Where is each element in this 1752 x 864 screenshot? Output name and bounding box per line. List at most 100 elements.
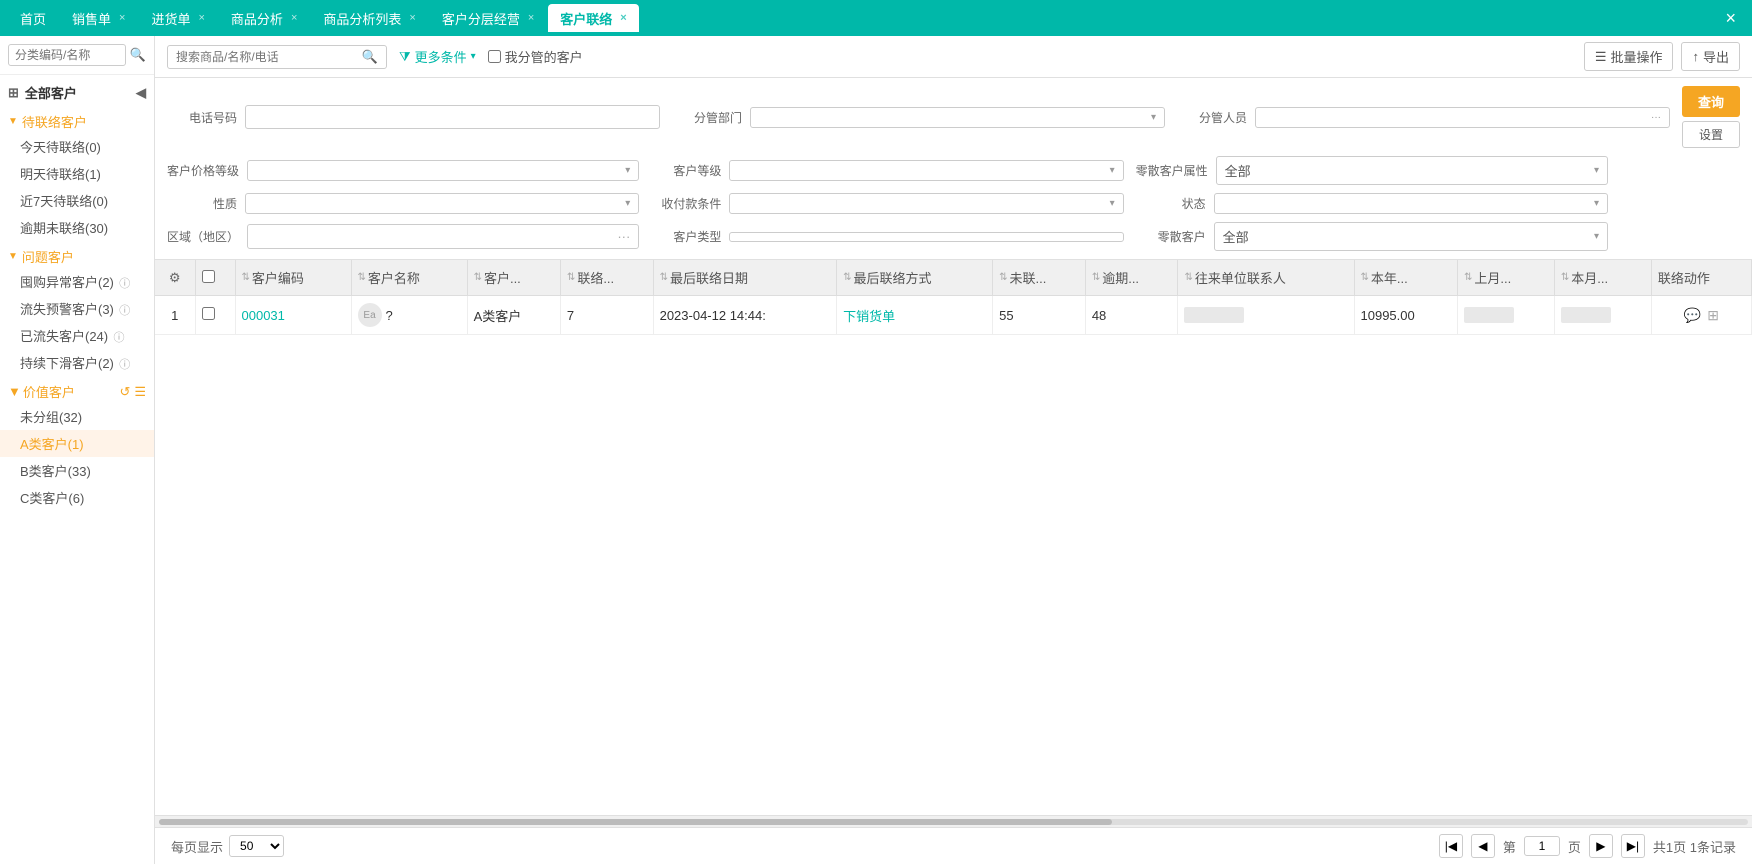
sidebar-item-class-c[interactable]: C类客户(6) bbox=[0, 484, 154, 511]
search-box: 🔍 bbox=[167, 45, 387, 69]
message-action-icon[interactable]: 💬 bbox=[1684, 307, 1701, 324]
sidebar-search-input[interactable] bbox=[8, 44, 126, 66]
my-customers-checkbox[interactable] bbox=[488, 50, 501, 63]
sidebar-collapse-icon[interactable]: ◀ bbox=[136, 85, 146, 101]
customer-avatar: Ea bbox=[358, 303, 382, 327]
nav-product-analysis-list[interactable]: 商品分析列表 × bbox=[311, 4, 427, 32]
nav-home[interactable]: 首页 bbox=[8, 4, 58, 32]
sidebar-item-churned[interactable]: 已流失客户(24) ⓘ bbox=[0, 322, 154, 349]
close-sales-order-icon[interactable]: × bbox=[119, 12, 125, 24]
sort-icon-8: ⇅ bbox=[1092, 272, 1100, 283]
content-area: 🔍 ⧩ 更多条件 ▾ 我分管的客户 ☰ 批量操作 ↑ 导出 bbox=[155, 36, 1752, 864]
nature-select[interactable]: ▾ bbox=[245, 193, 639, 214]
section-pending-contact[interactable]: ▼ 待联络客户 bbox=[0, 106, 154, 133]
nav-customer-contact[interactable]: 客户联络 × bbox=[548, 4, 638, 32]
th-last-month: ⇅ 上月... bbox=[1457, 260, 1554, 296]
section-problem-customers[interactable]: ▼ 问题客户 bbox=[0, 241, 154, 268]
retail-attr-field: 零散客户属性 全部 ▾ bbox=[1136, 156, 1608, 185]
close-purchase-order-icon[interactable]: × bbox=[198, 12, 204, 24]
scrollbar-thumb[interactable] bbox=[159, 819, 1112, 825]
area-dots[interactable]: ··· bbox=[617, 229, 630, 244]
retail-attr-arrow: ▾ bbox=[1594, 165, 1599, 176]
nav-sales-order[interactable]: 销售单 × bbox=[60, 4, 137, 32]
sidebar-item-ungrouped[interactable]: 未分组(32) bbox=[0, 403, 154, 430]
grid-icon: ⊞ bbox=[8, 85, 19, 101]
cell-action: 💬 ⊞ bbox=[1651, 296, 1751, 335]
sidebar-search-icon[interactable]: 🔍 bbox=[130, 47, 146, 63]
dept-select[interactable]: ▾ bbox=[750, 107, 1165, 128]
select-all-checkbox[interactable] bbox=[202, 270, 215, 283]
my-customers-filter[interactable]: 我分管的客户 bbox=[488, 47, 583, 66]
row-checkbox[interactable] bbox=[202, 307, 215, 320]
sidebar-item-declining[interactable]: 持续下滑客户(2) ⓘ bbox=[0, 349, 154, 376]
search-icon-main[interactable]: 🔍 bbox=[362, 49, 378, 65]
next-page-button[interactable]: ▶ bbox=[1589, 834, 1613, 858]
last-page-button[interactable]: ▶| bbox=[1621, 834, 1645, 858]
horizontal-scrollbar[interactable] bbox=[155, 815, 1752, 827]
scrollbar-track[interactable] bbox=[159, 819, 1748, 825]
person-select[interactable]: ··· bbox=[1255, 107, 1670, 128]
phone-input[interactable] bbox=[245, 105, 660, 129]
sidebar-item-tomorrow-pending[interactable]: 明天待联络(1) bbox=[0, 160, 154, 187]
customer-type-select[interactable] bbox=[729, 232, 1123, 242]
cell-this-month bbox=[1554, 296, 1651, 335]
payment-select[interactable]: ▾ bbox=[729, 193, 1123, 214]
settings-button[interactable]: 设置 bbox=[1682, 121, 1740, 148]
nav-purchase-order[interactable]: 进货单 × bbox=[139, 4, 216, 32]
export-icon: ↑ bbox=[1692, 49, 1699, 64]
export-button[interactable]: ↑ 导出 bbox=[1681, 42, 1740, 71]
first-page-button[interactable]: |◀ bbox=[1439, 834, 1463, 858]
sidebar-item-class-b[interactable]: B类客户(33) bbox=[0, 457, 154, 484]
batch-ops-button[interactable]: ☰ 批量操作 bbox=[1584, 42, 1674, 71]
price-level-select[interactable]: ▾ bbox=[247, 160, 639, 181]
person-dots: ··· bbox=[1651, 112, 1661, 123]
contact-method-link[interactable]: 下销货单 bbox=[843, 309, 895, 324]
more-filters-button[interactable]: ⧩ 更多条件 ▾ bbox=[399, 47, 476, 66]
sidebar-search-area: 🔍 bbox=[0, 36, 154, 75]
sidebar-item-class-a[interactable]: A类客户(1) bbox=[0, 430, 154, 457]
prev-page-button[interactable]: ◀ bbox=[1471, 834, 1495, 858]
cell-company-contact bbox=[1178, 296, 1354, 335]
th-no-contact: ⇅ 未联... bbox=[993, 260, 1086, 296]
retail-customer-field: 零散客户 全部 ▾ bbox=[1136, 222, 1608, 251]
sidebar-item-today-pending[interactable]: 今天待联络(0) bbox=[0, 133, 154, 160]
nature-arrow: ▾ bbox=[625, 198, 630, 209]
sidebar-item-overdue-contact[interactable]: 逾期未联络(30) bbox=[0, 214, 154, 241]
settings-icon[interactable]: ☰ bbox=[134, 384, 146, 400]
nav-customer-stratification[interactable]: 客户分层经营 × bbox=[430, 4, 546, 32]
sidebar-item-hoarding[interactable]: 囤购异常客户(2) ⓘ bbox=[0, 268, 154, 295]
dept-field: 分管部门 ▾ bbox=[672, 107, 1165, 128]
close-customer-contact-icon[interactable]: × bbox=[620, 12, 626, 24]
nav-product-analysis[interactable]: 商品分析 × bbox=[219, 4, 309, 32]
close-product-analysis-list-icon[interactable]: × bbox=[409, 12, 415, 24]
query-button[interactable]: 查询 bbox=[1682, 86, 1740, 117]
customer-type-field: 客户类型 bbox=[651, 228, 1123, 245]
table-header-row: ⚙ ⇅ 客户编码 ⇅ bbox=[155, 260, 1752, 296]
column-settings-icon[interactable]: ⚙ bbox=[169, 270, 181, 285]
sort-icon-6: ⇅ bbox=[843, 272, 851, 283]
sidebar-item-7days-pending[interactable]: 近7天待联络(0) bbox=[0, 187, 154, 214]
area-select[interactable]: ··· bbox=[247, 224, 639, 249]
page-size-select[interactable]: 50 100 200 bbox=[229, 835, 284, 857]
phone-field: 电话号码 bbox=[167, 105, 660, 129]
retail-attr-select[interactable]: 全部 ▾ bbox=[1216, 156, 1608, 185]
customer-code-link[interactable]: 000031 bbox=[242, 308, 285, 323]
close-product-analysis-icon[interactable]: × bbox=[291, 12, 297, 24]
close-customer-stratification-icon[interactable]: × bbox=[528, 12, 534, 24]
sidebar-item-churn-warning[interactable]: 流失预警客户(3) ⓘ bbox=[0, 295, 154, 322]
refresh-icon[interactable]: ↺ bbox=[119, 384, 130, 400]
filter-actions: ☰ 批量操作 ↑ 导出 bbox=[1584, 42, 1740, 71]
retail-customer-select[interactable]: 全部 ▾ bbox=[1214, 222, 1608, 251]
filter-row-1: 电话号码 分管部门 ▾ 分管人员 ··· bbox=[167, 86, 1740, 148]
th-company-contact: ⇅ 往来单位联系人 bbox=[1178, 260, 1354, 296]
share-action-icon[interactable]: ⊞ bbox=[1707, 307, 1719, 324]
customer-level-select[interactable]: ▾ bbox=[729, 160, 1123, 181]
main-search-input[interactable] bbox=[176, 50, 356, 64]
close-all-tabs-button[interactable]: × bbox=[1717, 8, 1744, 29]
cell-type: A类客户 bbox=[467, 296, 560, 335]
status-select[interactable]: ▾ bbox=[1214, 193, 1608, 214]
arrow-down-icon-2: ▼ bbox=[8, 251, 18, 262]
cell-contact-count: 7 bbox=[560, 296, 653, 335]
advanced-filter: 电话号码 分管部门 ▾ 分管人员 ··· bbox=[155, 78, 1752, 260]
page-number-input[interactable] bbox=[1524, 836, 1560, 856]
